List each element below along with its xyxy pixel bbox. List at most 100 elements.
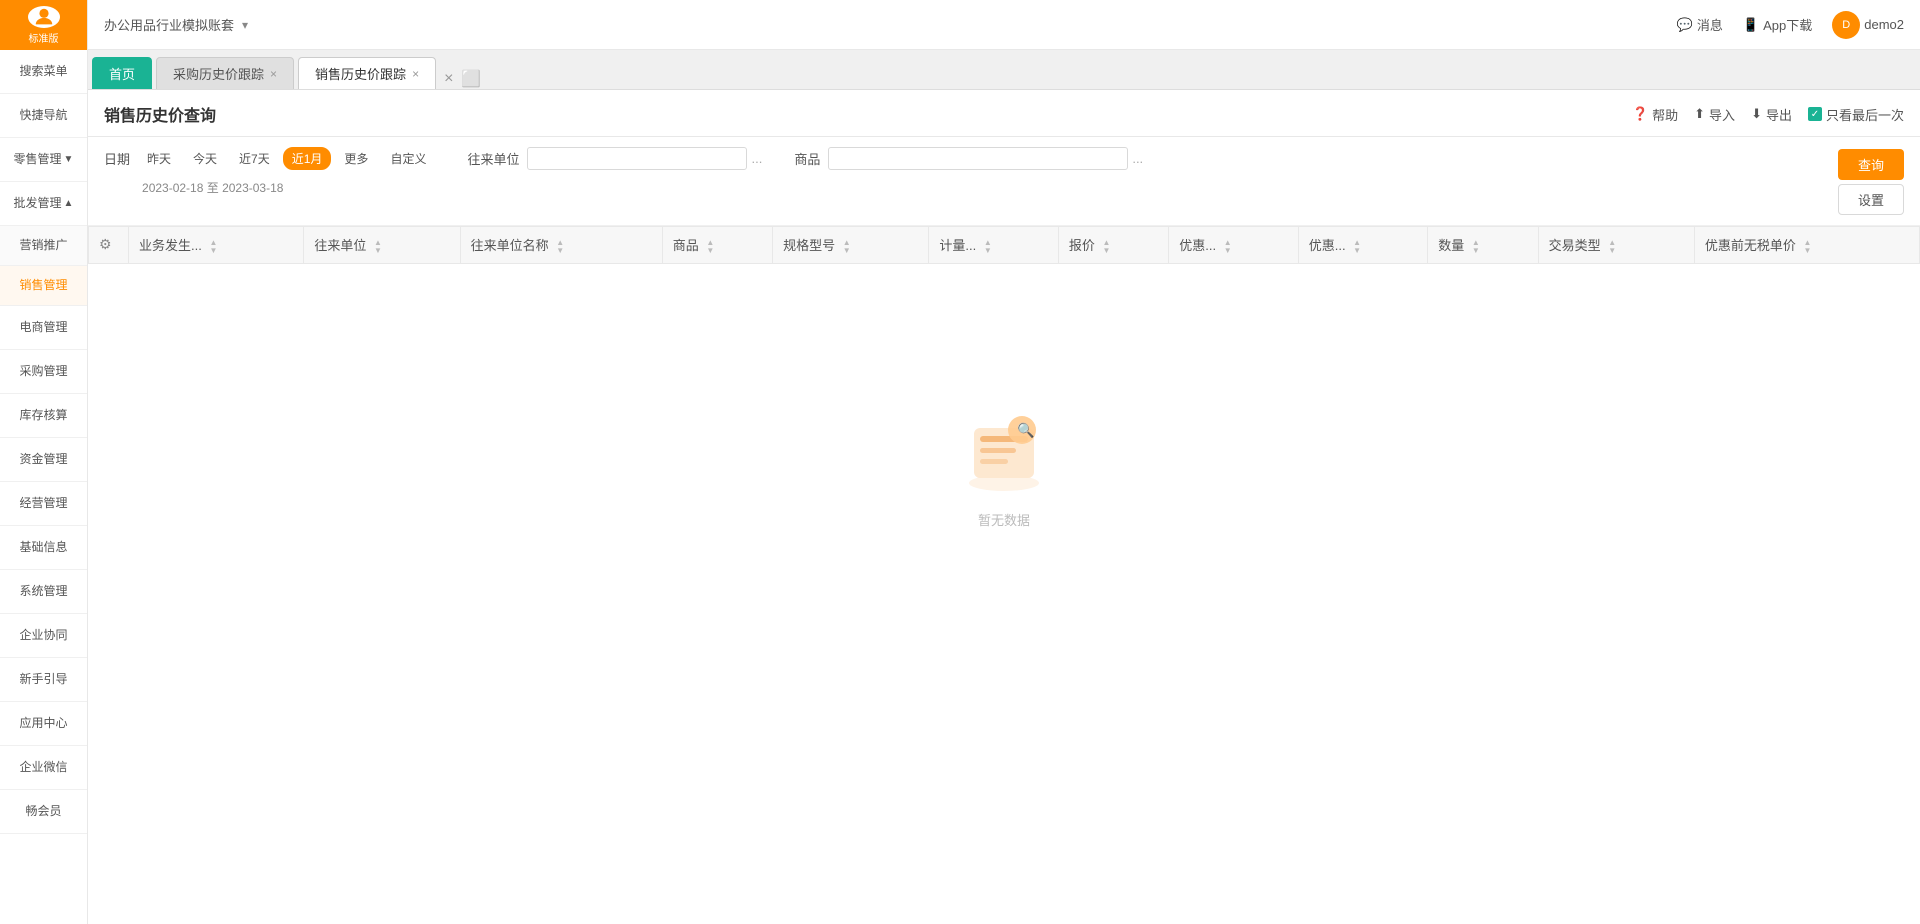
tabbar: 首页 采购历史价跟踪 × 销售历史价跟踪 × × ⬜: [88, 50, 1920, 90]
th-qty[interactable]: 数量 ▲▼: [1428, 227, 1538, 264]
date-btn-more[interactable]: 更多: [335, 147, 377, 170]
sidebar-item-inventory[interactable]: 库存核算: [0, 394, 87, 438]
date-btn-7days[interactable]: 近7天: [230, 147, 279, 170]
import-icon: ⬆: [1694, 106, 1705, 122]
sort-product: ▲▼: [706, 239, 714, 255]
download-label: App下载: [1763, 15, 1812, 34]
date-btn-1month[interactable]: 近1月: [283, 147, 332, 170]
sidebar-item-retail[interactable]: 零售管理 ▼: [0, 138, 87, 182]
th-discount2[interactable]: 优惠... ▲▼: [1298, 227, 1427, 264]
partner-dots[interactable]: ...: [751, 151, 762, 166]
th-pretax-price[interactable]: 优惠前无税单价 ▲▼: [1694, 227, 1919, 264]
tab-purchase-history[interactable]: 采购历史价跟踪 ×: [156, 57, 294, 89]
sidebar-item-marketing[interactable]: 营销推广: [0, 226, 87, 266]
help-action[interactable]: ❓ 帮助: [1632, 105, 1678, 124]
logo-icon: [28, 6, 60, 28]
export-action[interactable]: ⬇ 导出: [1751, 105, 1792, 124]
th-discount1[interactable]: 优惠... ▲▼: [1169, 227, 1298, 264]
tab-home-label: 首页: [109, 64, 135, 83]
date-btn-today[interactable]: 今天: [184, 147, 226, 170]
main-area: 办公用品行业模拟账套 ▾ 💬 消息 📱 App下载 D demo2 首页: [88, 0, 1920, 924]
partner-input[interactable]: [527, 147, 747, 170]
sort-pretax-price: ▲▼: [1803, 239, 1811, 255]
table-settings-icon[interactable]: ⚙: [99, 236, 112, 252]
window-maximize-button[interactable]: ⬜: [461, 69, 481, 89]
sidebar-item-operations[interactable]: 经营管理: [0, 482, 87, 526]
th-partner-name[interactable]: 往来单位名称 ▲▼: [460, 227, 662, 264]
th-trade-type[interactable]: 交易类型 ▲▼: [1538, 227, 1694, 264]
th-product[interactable]: 商品 ▲▼: [662, 227, 772, 264]
sidebar-item-wholesale[interactable]: 批发管理 ▲: [0, 182, 87, 226]
tab-sales-history-label: 销售历史价跟踪: [315, 64, 406, 83]
only-last-label: 只看最后一次: [1826, 105, 1904, 124]
product-input[interactable]: [828, 147, 1128, 170]
sidebar-item-system[interactable]: 系统管理: [0, 570, 87, 614]
sidebar-item-sales-mgmt[interactable]: 销售管理: [0, 266, 87, 306]
sidebar-item-finance[interactable]: 资金管理: [0, 438, 87, 482]
sort-quote: ▲▼: [1102, 239, 1110, 255]
product-input-group: ...: [828, 147, 1143, 170]
page-content: 销售历史价查询 ❓ 帮助 ⬆ 导入 ⬇ 导出 只看最后一次: [88, 90, 1920, 924]
query-button[interactable]: 查询: [1838, 149, 1904, 180]
sidebar-item-guide[interactable]: 新手引导: [0, 658, 87, 702]
import-action[interactable]: ⬆ 导入: [1694, 105, 1735, 124]
tab-sales-history-close[interactable]: ×: [412, 67, 419, 81]
sidebar-item-member[interactable]: 畅会员: [0, 790, 87, 834]
message-label: 消息: [1697, 15, 1723, 34]
page-header: 销售历史价查询 ❓ 帮助 ⬆ 导入 ⬇ 导出 只看最后一次: [88, 90, 1920, 137]
sidebar-item-enterprise[interactable]: 企业协同: [0, 614, 87, 658]
th-partner-code[interactable]: 往来单位 ▲▼: [304, 227, 460, 264]
product-label: 商品: [794, 149, 820, 168]
import-label: 导入: [1709, 105, 1735, 124]
app-logo: 标准版: [0, 0, 87, 50]
sidebar-item-purchase[interactable]: 采购管理: [0, 350, 87, 394]
message-action[interactable]: 💬 消息: [1677, 15, 1723, 34]
data-table: ⚙ 业务发生... ▲▼ 往来单位 ▲▼ 往来单位名称 ▲▼: [88, 226, 1920, 264]
partner-input-group: ...: [527, 147, 762, 170]
sidebar-item-search[interactable]: 搜索菜单: [0, 50, 87, 94]
top-dropdown-icon[interactable]: ▾: [242, 18, 248, 32]
tab-purchase-history-close[interactable]: ×: [270, 67, 277, 81]
download-action[interactable]: 📱 App下载: [1743, 15, 1812, 34]
th-spec[interactable]: 规格型号 ▲▼: [773, 227, 929, 264]
settings-button[interactable]: 设置: [1838, 184, 1904, 215]
table-wrapper: ⚙ 业务发生... ▲▼ 往来单位 ▲▼ 往来单位名称 ▲▼: [88, 226, 1920, 664]
sidebar: 标准版 搜索菜单 快捷导航 零售管理 ▼ 批发管理 ▲ 营销推广 销售管理 电商…: [0, 0, 88, 924]
export-label: 导出: [1766, 105, 1792, 124]
date-btn-custom[interactable]: 自定义: [381, 147, 435, 170]
user-action[interactable]: D demo2: [1832, 11, 1904, 39]
sidebar-item-wechat[interactable]: 企业微信: [0, 746, 87, 790]
window-close-button[interactable]: ×: [444, 70, 453, 88]
tab-sales-history[interactable]: 销售历史价跟踪 ×: [298, 57, 436, 89]
product-dots[interactable]: ...: [1132, 151, 1143, 166]
sort-unit: ▲▼: [984, 239, 992, 255]
sidebar-item-ecommerce[interactable]: 电商管理: [0, 306, 87, 350]
sort-discount2: ▲▼: [1353, 239, 1361, 255]
top-title: 办公用品行业模拟账套: [104, 15, 234, 34]
sort-qty: ▲▼: [1472, 239, 1480, 255]
wholesale-expand-icon: ▲: [64, 198, 74, 209]
th-biz-date[interactable]: 业务发生... ▲▼: [129, 227, 304, 264]
th-unit[interactable]: 计量... ▲▼: [929, 227, 1058, 264]
page-title: 销售历史价查询: [104, 102, 216, 126]
partner-filter: 往来单位 ...: [467, 147, 762, 170]
checkbox-icon: [1808, 107, 1822, 121]
sort-partner-code: ▲▼: [374, 239, 382, 255]
th-quote[interactable]: 报价 ▲▼: [1058, 227, 1168, 264]
tab-home[interactable]: 首页: [92, 57, 152, 89]
sort-trade-type: ▲▼: [1608, 239, 1616, 255]
logo-text: 标准版: [29, 30, 59, 45]
download-icon: 📱: [1743, 17, 1759, 33]
avatar: D: [1832, 11, 1860, 39]
topbar-left: 办公用品行业模拟账套 ▾: [104, 15, 248, 34]
sort-discount1: ▲▼: [1224, 239, 1232, 255]
product-filter: 商品 ...: [794, 147, 1143, 170]
sidebar-item-apps[interactable]: 应用中心: [0, 702, 87, 746]
empty-state: 🔍 暂无数据: [88, 264, 1920, 664]
only-last-checkbox[interactable]: 只看最后一次: [1808, 105, 1904, 124]
date-btn-yesterday[interactable]: 昨天: [138, 147, 180, 170]
date-filter-row: 日期 昨天 今天 近7天 近1月 更多 自定义: [104, 147, 435, 170]
sidebar-item-shortcut[interactable]: 快捷导航: [0, 94, 87, 138]
sidebar-item-basic[interactable]: 基础信息: [0, 526, 87, 570]
username: demo2: [1864, 17, 1904, 32]
